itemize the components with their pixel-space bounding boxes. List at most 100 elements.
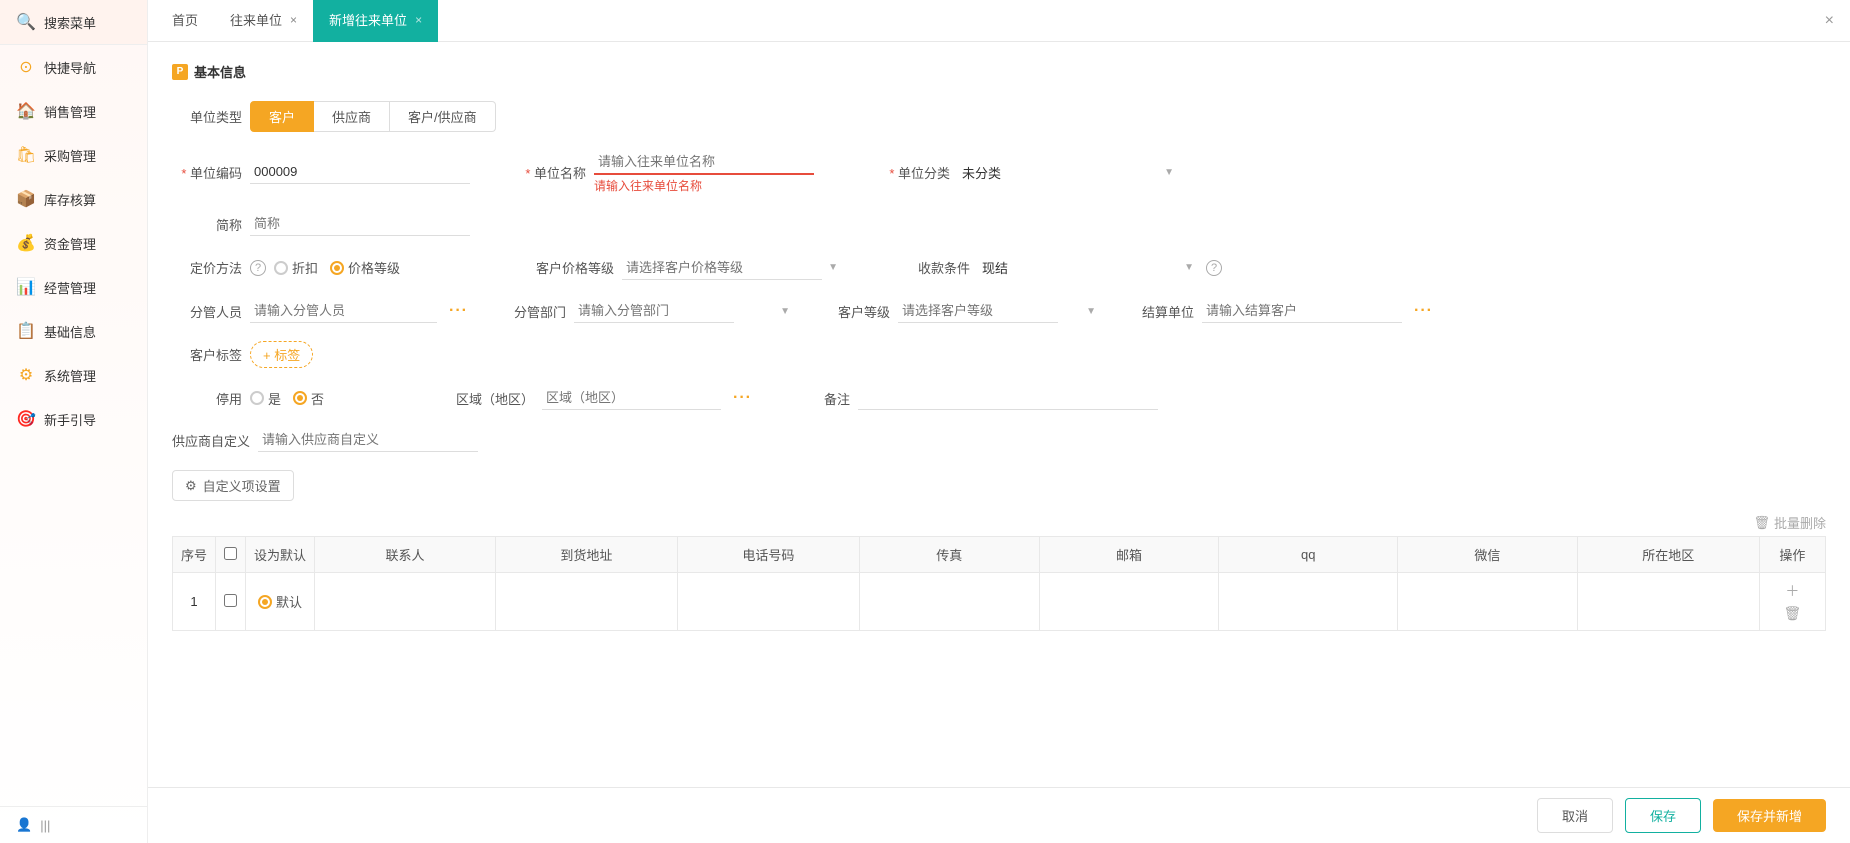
remark-group: 备注 [780,386,1826,410]
custom-settings-label: 自定义项设置 [203,476,281,495]
radio-price-level-label: 价格等级 [348,258,400,277]
radio-discount[interactable]: 折扣 [274,258,318,277]
table-header: 序号 设为默认 联系人 到货地址 电话号码 传真 邮箱 qq 微信 所在地区 操… [173,537,1826,573]
dept-group: 分管部门 ▼ [496,299,796,323]
row-default-radio[interactable]: 默认 [254,592,306,611]
address-input[interactable] [504,594,669,609]
abbr-group: 简称 [172,212,492,236]
payment-help-icon[interactable]: ? [1206,260,1222,276]
dept-wrapper: ▼ [574,299,794,323]
radio-default-circle [258,595,272,609]
section-title-label: 基本信息 [194,62,246,81]
region-label: 区域（地区） [456,389,534,408]
sidebar-item-quicknav[interactable]: ⊙ 快捷导航 [0,45,147,89]
sidebar-item-inventory[interactable]: 📦 库存核算 [0,177,147,221]
radio-no-label: 否 [311,389,324,408]
sidebar-item-operation[interactable]: 📊 经营管理 [0,265,147,309]
th-qq: qq [1219,537,1398,573]
chevron-down-icon4: ▼ [780,306,790,317]
tab-partner-close[interactable]: × [290,13,297,27]
tab-home[interactable]: 首页 [156,0,214,42]
sidebar-item-search[interactable]: 🔍 搜索菜单 [0,0,147,45]
section-title: P 基本信息 [172,62,1826,81]
settlement-unit-ellipsis[interactable]: ··· [1410,302,1437,320]
pricing-method-label: 定价方法 [172,258,242,277]
th-check [216,537,246,573]
manager-row: 分管人员 ··· 分管部门 ▼ 客户等级 ▼ [172,299,1826,323]
abbr-label: 简称 [172,215,242,234]
tab-close-all[interactable]: × [1817,8,1842,34]
add-tag-button[interactable]: + 标签 [250,341,313,368]
customer-level-input[interactable] [898,299,1058,323]
sidebar-item-label: 搜索菜单 [44,13,96,32]
manager-input[interactable] [250,299,437,323]
email-input[interactable] [1048,594,1211,609]
region-input[interactable] [542,386,721,410]
unit-name-input[interactable] [594,150,814,175]
customer-price-level-input[interactable] [622,256,822,280]
radio-price-level-circle [330,261,344,275]
region-group: 区域（地区） ··· [456,386,756,410]
radio-price-level[interactable]: 价格等级 [330,258,400,277]
tab-home-label: 首页 [172,10,198,29]
supplier-custom-input[interactable] [258,428,478,452]
th-contact: 联系人 [315,537,496,573]
home-icon: ⊙ [16,57,36,77]
batch-delete-area[interactable]: 🗑 批量删除 [172,513,1826,532]
unit-name-error: 请输入往来单位名称 [594,177,814,194]
sidebar-item-purchase[interactable]: 🛍 采购管理 [0,133,147,177]
custom-settings-button[interactable]: ⚙ 自定义项设置 [172,470,294,501]
cancel-button[interactable]: 取消 [1537,798,1613,833]
batch-delete-label: 批量删除 [1774,513,1826,532]
type-btn-both[interactable]: 客户/供应商 [390,101,496,132]
dept-input[interactable] [574,299,734,323]
contact-input[interactable] [323,594,487,609]
basic-icon: 📋 [16,321,36,341]
type-btn-supplier[interactable]: 供应商 [314,101,390,132]
pricing-help-icon[interactable]: ? [250,260,266,276]
tab-new-partner[interactable]: 新增往来单位 × [313,0,438,42]
row-default-label: 默认 [276,592,302,611]
user-avatar: 👤 [16,817,32,833]
payment-terms-value: 现结 [978,254,1198,281]
sidebar-item-system[interactable]: ⚙ 系统管理 [0,353,147,397]
radio-yes[interactable]: 是 [250,389,281,408]
delete-row-button[interactable]: 🗑 [1780,603,1806,624]
unit-code-label: 单位编码 [172,163,242,182]
tab-new-partner-close[interactable]: × [415,13,422,27]
radio-no[interactable]: 否 [293,389,324,408]
sidebar-item-sales[interactable]: 🏠 销售管理 [0,89,147,133]
sidebar-item-label: 销售管理 [44,102,96,121]
sidebar-item-newbie[interactable]: 🎯 新手引导 [0,397,147,441]
add-row-button[interactable]: ＋ [1781,579,1803,603]
type-btn-customer[interactable]: 客户 [250,101,314,132]
tab-partner[interactable]: 往来单位 × [214,0,313,42]
region-ellipsis[interactable]: ··· [729,389,756,407]
save-button[interactable]: 保存 [1625,798,1701,833]
qq-input[interactable] [1227,594,1389,609]
sidebar-item-finance[interactable]: 💰 资金管理 [0,221,147,265]
select-all-checkbox[interactable] [224,547,237,560]
fax-input[interactable] [868,594,1031,609]
remark-input[interactable] [858,386,1158,410]
abbr-input[interactable] [250,212,470,236]
settlement-unit-input[interactable] [1202,299,1402,323]
remark-label: 备注 [780,389,850,408]
manager-ellipsis[interactable]: ··· [445,302,472,320]
delete-icon: 🗑 [1753,515,1770,531]
customer-price-level-label: 客户价格等级 [536,258,614,277]
unit-category-value: 未分类 [958,159,1178,186]
customer-level-group: 客户等级 ▼ [820,299,1100,323]
cell-check [216,573,246,631]
wechat-input[interactable] [1406,594,1569,609]
customer-price-level-group: 客户价格等级 ▼ [536,256,876,280]
sidebar-item-basic[interactable]: 📋 基础信息 [0,309,147,353]
table-region-input[interactable] [1586,594,1751,609]
save-new-button[interactable]: 保存并新增 [1713,799,1826,832]
tab-bar: 首页 往来单位 × 新增往来单位 × × [148,0,1850,42]
unit-code-input[interactable] [250,160,470,184]
customer-tag-label: 客户标签 [172,345,242,364]
gear-icon: ⚙ [185,478,197,494]
row-checkbox[interactable] [224,594,237,607]
phone-input[interactable] [686,594,851,609]
